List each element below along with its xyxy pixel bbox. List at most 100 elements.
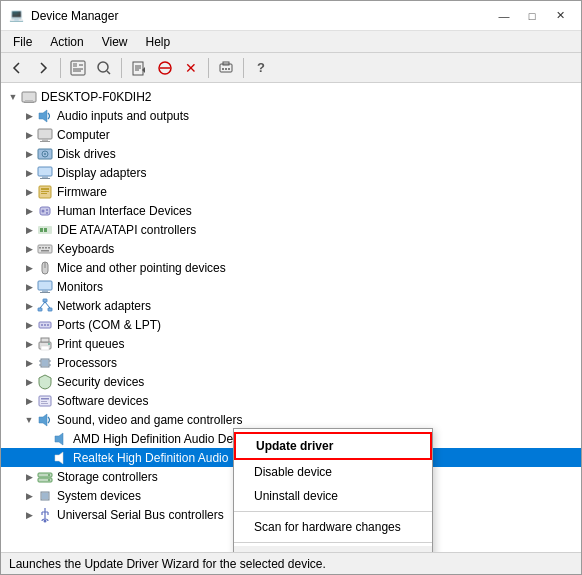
item-label: Processors [57, 356, 117, 370]
svg-marker-76 [39, 414, 47, 426]
context-menu-update-driver[interactable]: Update driver [234, 432, 432, 460]
properties-button[interactable] [66, 56, 90, 80]
ide-icon [37, 222, 53, 238]
toolbar-sep-2 [121, 58, 122, 78]
list-item[interactable]: ▶ Network adapters [1, 296, 581, 315]
context-menu-properties[interactable]: Properties [234, 546, 432, 552]
add-legacy-button[interactable] [214, 56, 238, 80]
forward-button[interactable] [31, 56, 55, 80]
context-menu-sep [234, 511, 432, 512]
status-text: Launches the Update Driver Wizard for th… [9, 557, 326, 571]
expander[interactable]: ▶ [21, 184, 37, 200]
expander[interactable]: ▶ [21, 260, 37, 276]
list-item[interactable]: ▶ Disk drives [1, 144, 581, 163]
svg-line-6 [107, 71, 110, 74]
monitor-icon [37, 279, 53, 295]
expander[interactable]: ▶ [21, 298, 37, 314]
list-item[interactable]: ▶ Keyboards [1, 239, 581, 258]
list-item[interactable]: ▶ Computer [1, 125, 581, 144]
back-button[interactable] [5, 56, 29, 80]
svg-rect-21 [24, 102, 34, 103]
context-menu: Update driver Disable device Uninstall d… [233, 428, 433, 552]
list-item[interactable]: ▶ Software devices [1, 391, 581, 410]
expander[interactable]: ▶ [21, 146, 37, 162]
list-item[interactable]: ▼ Sound, video and game controllers [1, 410, 581, 429]
item-label: Network adapters [57, 299, 151, 313]
svg-rect-33 [41, 188, 49, 190]
expander[interactable]: ▶ [21, 127, 37, 143]
list-item[interactable]: ▶ Mice and other pointing devices [1, 258, 581, 277]
mouse-icon [37, 260, 53, 276]
list-item[interactable]: ▶ Firmware [1, 182, 581, 201]
help-button[interactable]: ? [249, 56, 273, 80]
expander[interactable]: ▶ [21, 165, 37, 181]
item-label: Print queues [57, 337, 124, 351]
disable-button[interactable] [153, 56, 177, 80]
svg-rect-53 [43, 299, 47, 302]
update-driver-button[interactable] [127, 56, 151, 80]
expander[interactable]: ▶ [21, 488, 37, 504]
menu-view[interactable]: View [94, 33, 136, 51]
list-item[interactable]: ▶ Security devices [1, 372, 581, 391]
list-item[interactable]: ▶ Human Interface Devices [1, 201, 581, 220]
list-item[interactable]: ▶ IDE ATA/ATAPI controllers [1, 220, 581, 239]
list-item[interactable]: ▶ Monitors [1, 277, 581, 296]
expander[interactable]: ▼ [21, 412, 37, 428]
sound-icon [37, 412, 53, 428]
root-icon [21, 89, 37, 105]
svg-marker-78 [55, 452, 63, 464]
svg-point-85 [44, 519, 47, 522]
item-label: Realtek High Definition Audio [73, 451, 228, 465]
computer-icon [37, 127, 53, 143]
item-label: IDE ATA/ATAPI controllers [57, 223, 196, 237]
scan-button[interactable] [92, 56, 116, 80]
root-expander[interactable]: ▼ [5, 89, 21, 105]
security-icon [37, 374, 53, 390]
expander[interactable]: ▶ [21, 317, 37, 333]
list-item[interactable]: ▶ Ports (COM & LPT) [1, 315, 581, 334]
list-item[interactable]: ▶ Print queues [1, 334, 581, 353]
svg-point-16 [222, 68, 224, 70]
expander[interactable]: ▶ [21, 241, 37, 257]
list-item[interactable]: ▶ Display adapters [1, 163, 581, 182]
expander[interactable]: ▶ [21, 108, 37, 124]
svg-rect-74 [41, 401, 47, 402]
svg-rect-20 [25, 100, 33, 102]
hid-icon [37, 203, 53, 219]
svg-rect-50 [38, 281, 52, 290]
svg-rect-31 [40, 178, 50, 179]
minimize-button[interactable]: — [491, 6, 517, 26]
maximize-button[interactable]: □ [519, 6, 545, 26]
expander[interactable]: ▶ [21, 507, 37, 523]
expander[interactable]: ▶ [21, 203, 37, 219]
expander[interactable]: ▶ [21, 469, 37, 485]
item-label: Software devices [57, 394, 148, 408]
expander[interactable]: ▶ [21, 393, 37, 409]
expander[interactable]: ▶ [21, 279, 37, 295]
svg-rect-64 [41, 346, 49, 350]
realtek-icon [53, 450, 69, 466]
ports-icon [37, 317, 53, 333]
svg-rect-41 [40, 228, 43, 232]
expander[interactable]: ▶ [21, 222, 37, 238]
status-bar: Launches the Update Driver Wizard for th… [1, 552, 581, 574]
menu-help[interactable]: Help [138, 33, 179, 51]
close-button[interactable]: ✕ [547, 6, 573, 26]
print-icon [37, 336, 53, 352]
item-label: Audio inputs and outputs [57, 109, 189, 123]
list-item[interactable]: ▶ Processors [1, 353, 581, 372]
expander[interactable]: ▶ [21, 355, 37, 371]
menu-file[interactable]: File [5, 33, 40, 51]
uninstall-button[interactable]: ✕ [179, 56, 203, 80]
list-item[interactable]: ▶ Audio inputs and outputs [1, 106, 581, 125]
menu-action[interactable]: Action [42, 33, 91, 51]
tree-root[interactable]: ▼ DESKTOP-F0KDIH2 [1, 87, 581, 106]
expander[interactable]: ▶ [21, 336, 37, 352]
context-menu-disable-device[interactable]: Disable device [234, 460, 432, 484]
context-menu-uninstall-device[interactable]: Uninstall device [234, 484, 432, 508]
item-label: Security devices [57, 375, 144, 389]
context-menu-scan-hardware[interactable]: Scan for hardware changes [234, 515, 432, 539]
audio-icon [37, 108, 53, 124]
amd-audio-icon [53, 431, 69, 447]
expander[interactable]: ▶ [21, 374, 37, 390]
